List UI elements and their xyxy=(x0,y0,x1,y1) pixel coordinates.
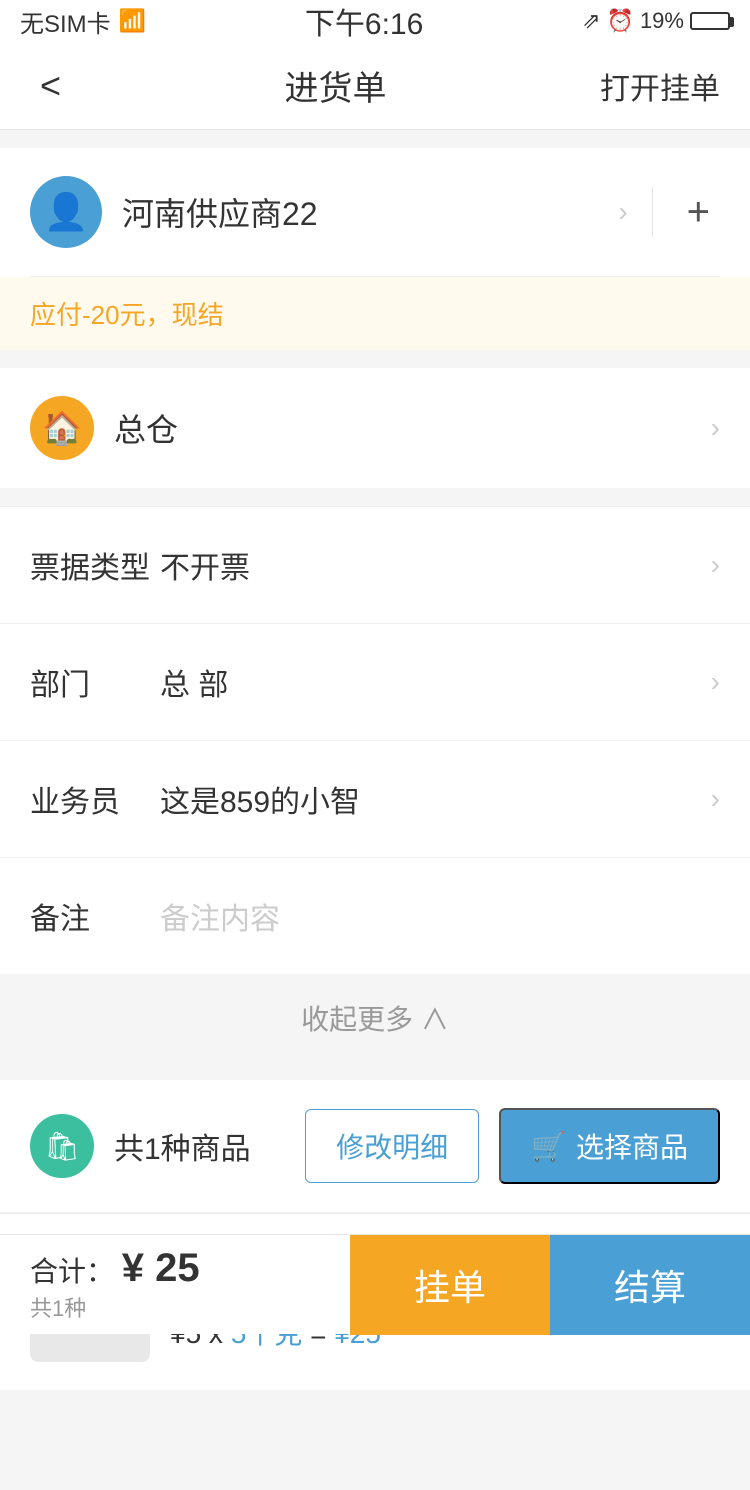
gap-3 xyxy=(0,488,750,506)
status-bar: 无SIM卡 📶 下午6:16 ⇗ ⏰ 19% xyxy=(0,0,750,42)
bottom-bar: 合计： ¥ 25 共1种 挂单 结算 xyxy=(0,1234,750,1334)
location-icon: ⇗ xyxy=(582,8,600,34)
notice-bar: 应付-20元，现结 xyxy=(0,277,750,350)
supplier-chevron-icon: › xyxy=(618,196,627,228)
warehouse-section: 🏠 总仓 › xyxy=(0,368,750,488)
total-row: 合计： ¥ 25 xyxy=(30,1246,320,1291)
invoice-type-row[interactable]: 票据类型 不开票 › xyxy=(0,506,750,623)
status-right: ⇗ ⏰ 19% xyxy=(582,8,730,34)
settle-button[interactable]: 结算 xyxy=(550,1235,750,1335)
supplier-divider xyxy=(652,187,653,237)
status-left: 无SIM卡 📶 xyxy=(20,4,146,39)
hang-label: 挂单 xyxy=(414,1259,486,1311)
open-hang-button[interactable]: 打开挂单 xyxy=(600,64,720,108)
total-count: 共1种 xyxy=(30,1291,320,1323)
product-header: 🛍 共1种商品 修改明细 🛒 选择商品 xyxy=(0,1080,750,1213)
supplier-section: 👤 河南供应商22 › + xyxy=(0,148,750,277)
department-row[interactable]: 部门 总 部 › xyxy=(0,623,750,740)
product-count: 共1种商品 xyxy=(114,1124,285,1168)
notice-text: 应付-20元，现结 xyxy=(30,300,224,330)
time-display: 下午6:16 xyxy=(305,0,423,43)
salesperson-value: 这是859的小智 xyxy=(160,777,711,821)
gap-4 xyxy=(0,1062,750,1080)
salesperson-label: 业务员 xyxy=(30,777,160,821)
supplier-row: 👤 河南供应商22 › + xyxy=(30,148,720,277)
department-chevron-icon: › xyxy=(711,666,720,698)
select-product-button[interactable]: 🛒 选择商品 xyxy=(499,1108,720,1184)
carrier-text: 无SIM卡 xyxy=(20,4,111,39)
total-section: 合计： ¥ 25 共1种 xyxy=(0,1246,350,1323)
remark-label: 备注 xyxy=(30,894,160,938)
collapse-bar[interactable]: 收起更多 ∧ xyxy=(0,974,750,1062)
invoice-value: 不开票 xyxy=(160,543,711,587)
select-icon: 🛒 xyxy=(531,1130,566,1163)
select-label: 选择商品 xyxy=(576,1126,688,1166)
gap-2 xyxy=(0,350,750,368)
hang-button[interactable]: 挂单 xyxy=(350,1235,550,1335)
total-amount: ¥ 25 xyxy=(122,1246,200,1290)
gap-1 xyxy=(0,130,750,148)
supplier-name[interactable]: 河南供应商22 xyxy=(122,189,618,235)
department-label: 部门 xyxy=(30,660,160,704)
remark-row[interactable]: 备注 备注内容 xyxy=(0,857,750,974)
collapse-label: 收起更多 ∧ xyxy=(301,1004,449,1035)
department-value: 总 部 xyxy=(160,660,711,704)
warehouse-icon: 🏠 xyxy=(30,396,94,460)
bottom-spacer xyxy=(0,1390,750,1490)
total-label: 合计： xyxy=(30,1256,114,1287)
supplier-avatar: 👤 xyxy=(30,176,102,248)
salesperson-chevron-icon: › xyxy=(711,783,720,815)
battery-icon xyxy=(690,12,730,30)
supplier-add-button[interactable]: + xyxy=(677,190,720,235)
salesperson-row[interactable]: 业务员 这是859的小智 › xyxy=(0,740,750,857)
warehouse-row[interactable]: 🏠 总仓 › xyxy=(30,368,720,488)
warehouse-name: 总仓 xyxy=(114,405,711,451)
avatar-icon: 👤 xyxy=(44,191,89,233)
nav-bar: < 进货单 打开挂单 xyxy=(0,42,750,130)
settle-label: 结算 xyxy=(614,1259,686,1311)
remark-input[interactable]: 备注内容 xyxy=(160,894,720,938)
wifi-icon: 📶 xyxy=(119,8,146,34)
invoice-label: 票据类型 xyxy=(30,543,160,587)
battery-percent: 19% xyxy=(640,8,684,34)
edit-detail-button[interactable]: 修改明细 xyxy=(305,1109,479,1183)
alarm-icon: ⏰ xyxy=(607,8,634,34)
product-header-icon: 🛍 xyxy=(30,1114,94,1178)
cart-icon: 🛍 xyxy=(44,1130,80,1163)
warehouse-chevron-icon: › xyxy=(711,412,720,444)
page-title: 进货单 xyxy=(285,61,387,110)
back-button[interactable]: < xyxy=(30,55,71,117)
invoice-chevron-icon: › xyxy=(711,549,720,581)
